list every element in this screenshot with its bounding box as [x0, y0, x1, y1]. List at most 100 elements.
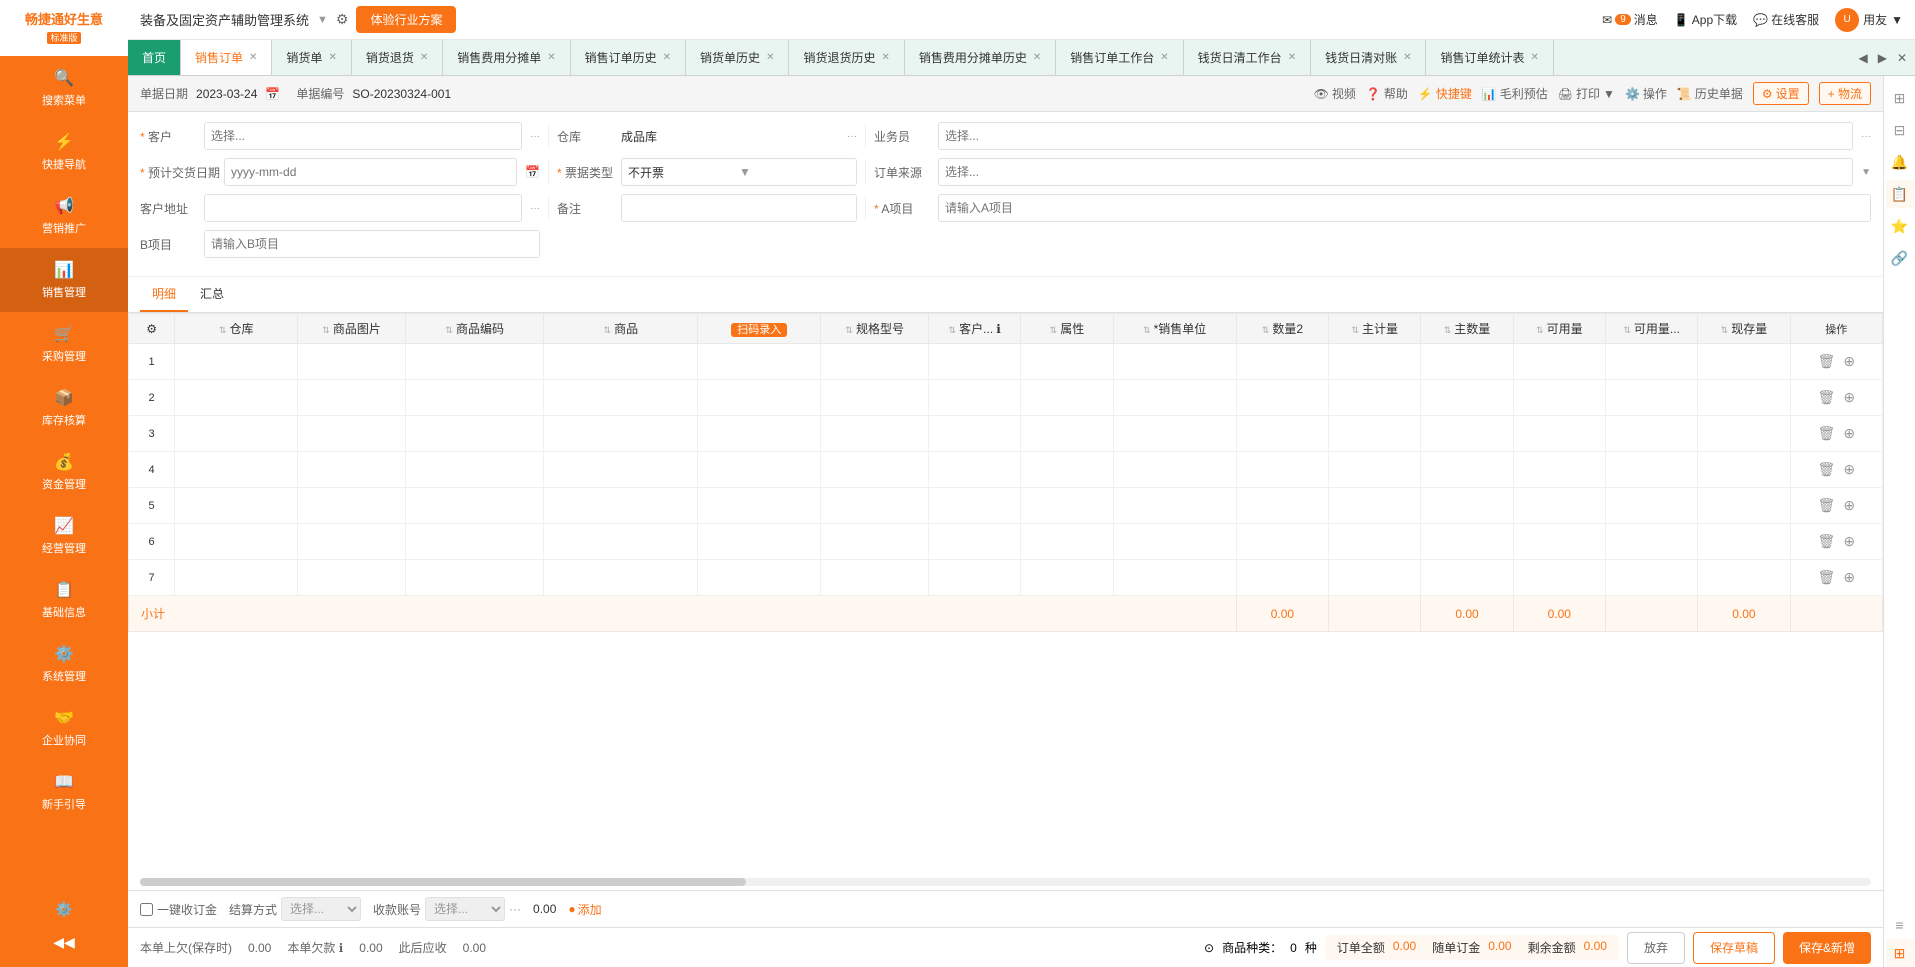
right-icon-3[interactable]: 🔔 — [1886, 148, 1914, 176]
table-cell[interactable] — [698, 560, 821, 596]
user-menu[interactable]: U 用友 ▼ — [1835, 8, 1903, 32]
tab-cash-workbench[interactable]: 钱货日清工作台 ✕ — [1184, 40, 1311, 76]
copy-row-btn[interactable]: ⊕ — [1841, 495, 1857, 516]
copy-row-btn[interactable]: ⊕ — [1841, 351, 1857, 372]
calendar-icon[interactable]: 📅 — [525, 165, 540, 179]
table-cell[interactable] — [1513, 416, 1605, 452]
salesperson-input[interactable] — [938, 122, 1853, 150]
table-cell[interactable] — [1021, 560, 1113, 596]
table-cell[interactable] — [298, 524, 406, 560]
table-cell[interactable] — [1698, 380, 1790, 416]
table-cell[interactable] — [1513, 560, 1605, 596]
tab-close[interactable]: ✕ — [547, 52, 555, 63]
table-cell[interactable] — [1021, 416, 1113, 452]
table-cell[interactable] — [1513, 344, 1605, 380]
table-cell[interactable] — [821, 416, 929, 452]
salesperson-dots[interactable]: ··· — [1861, 131, 1871, 142]
table-cell[interactable] — [1113, 452, 1236, 488]
table-cell[interactable] — [1605, 488, 1697, 524]
tab-close[interactable]: ✕ — [766, 52, 774, 63]
table-cell[interactable] — [1236, 452, 1328, 488]
tab-close[interactable]: ✕ — [1403, 52, 1411, 63]
table-cell[interactable] — [821, 488, 929, 524]
table-cell[interactable] — [175, 344, 298, 380]
table-cell[interactable] — [405, 416, 543, 452]
table-cell[interactable] — [1113, 380, 1236, 416]
delete-row-btn[interactable]: 🗑 — [1816, 351, 1838, 372]
table-cell[interactable] — [298, 344, 406, 380]
table-cell[interactable] — [1329, 452, 1421, 488]
table-cell[interactable] — [698, 488, 821, 524]
sidebar-collapse-btn[interactable]: ◀◀ — [0, 926, 128, 959]
tab-expense-history[interactable]: 销售费用分摊单历史 ✕ — [905, 40, 1056, 76]
account-dots[interactable]: ··· — [509, 902, 521, 916]
table-cell[interactable] — [544, 380, 698, 416]
table-cell[interactable] — [405, 344, 543, 380]
table-cell[interactable] — [544, 524, 698, 560]
right-icon-4[interactable]: 📋 — [1886, 180, 1914, 208]
table-cell[interactable] — [821, 524, 929, 560]
tab-sales-stats[interactable]: 销售订单统计表 ✕ — [1426, 40, 1553, 76]
scroll-track[interactable] — [140, 878, 1871, 886]
tab-more-btn[interactable]: ✕ — [1893, 49, 1911, 67]
table-cell[interactable] — [1113, 416, 1236, 452]
project-b-input[interactable] — [204, 230, 540, 258]
copy-row-btn[interactable]: ⊕ — [1841, 531, 1857, 552]
tab-expense-split[interactable]: 销售费用分摊单 ✕ — [443, 40, 570, 76]
table-cell[interactable] — [1236, 380, 1328, 416]
table-cell[interactable] — [544, 452, 698, 488]
table-cell[interactable] — [1113, 560, 1236, 596]
tab-detail[interactable]: 明细 — [140, 277, 188, 312]
tab-sales-order[interactable]: 销售订单 ✕ — [181, 40, 272, 76]
delete-row-btn[interactable]: 🗑 — [1816, 495, 1838, 516]
table-cell[interactable] — [929, 452, 1021, 488]
scroll-thumb[interactable] — [140, 878, 746, 886]
right-icon-grid[interactable]: ⊞ — [1886, 939, 1914, 967]
table-cell[interactable] — [1698, 560, 1790, 596]
industry-solution-btn[interactable]: 体验行业方案 — [356, 6, 456, 33]
right-icon-6[interactable]: 🔗 — [1886, 244, 1914, 272]
operations-action[interactable]: ⚙️ 操作 — [1625, 85, 1667, 102]
table-cell[interactable] — [1236, 524, 1328, 560]
table-cell[interactable] — [1421, 524, 1513, 560]
table-cell[interactable] — [1236, 488, 1328, 524]
tab-refund-history[interactable]: 销货退货历史 ✕ — [789, 40, 904, 76]
table-cell[interactable] — [544, 416, 698, 452]
sidebar-item-guide[interactable]: 📖 新手引导 — [0, 760, 128, 824]
table-cell[interactable] — [298, 560, 406, 596]
table-cell[interactable] — [929, 416, 1021, 452]
table-cell[interactable] — [1021, 488, 1113, 524]
table-cell[interactable] — [821, 380, 929, 416]
right-icon-list[interactable]: ≡ — [1886, 911, 1914, 939]
settings-btn[interactable]: ⚙ 设置 — [1753, 82, 1809, 105]
preview-action[interactable]: 👁 视频 — [1314, 85, 1356, 102]
add-btn[interactable]: ● 添加 — [568, 901, 601, 918]
table-cell[interactable] — [1698, 524, 1790, 560]
table-cell[interactable] — [175, 524, 298, 560]
table-cell[interactable] — [1421, 416, 1513, 452]
sidebar-item-finance[interactable]: 💰 资金管理 — [0, 440, 128, 504]
table-cell[interactable] — [405, 452, 543, 488]
sidebar-item-system[interactable]: ⚙️ 系统管理 — [0, 632, 128, 696]
tab-close[interactable]: ✕ — [1531, 52, 1539, 63]
table-cell[interactable] — [929, 560, 1021, 596]
message-center[interactable]: ✉ 9 消息 — [1602, 11, 1658, 28]
table-cell[interactable] — [1021, 452, 1113, 488]
table-cell[interactable] — [1236, 416, 1328, 452]
right-icon-1[interactable]: ⊞ — [1886, 84, 1914, 112]
tab-prev-btn[interactable]: ◀ — [1854, 49, 1871, 67]
address-input[interactable] — [204, 194, 522, 222]
table-cell[interactable] — [298, 380, 406, 416]
table-cell[interactable] — [405, 380, 543, 416]
copy-row-btn[interactable]: ⊕ — [1841, 387, 1857, 408]
table-cell[interactable] — [1513, 380, 1605, 416]
table-cell[interactable] — [1329, 524, 1421, 560]
table-cell[interactable] — [1605, 380, 1697, 416]
sidebar-item-quick[interactable]: ⚡ 快捷导航 — [0, 120, 128, 184]
invoice-type-select[interactable]: 不开票 ▼ — [621, 158, 857, 186]
table-cell[interactable] — [929, 488, 1021, 524]
delete-row-btn[interactable]: 🗑 — [1816, 567, 1838, 588]
sidebar-settings-btn[interactable]: ⚙️ — [0, 893, 128, 926]
settings-icon[interactable]: ⚙ — [146, 322, 157, 336]
table-cell[interactable] — [1021, 344, 1113, 380]
